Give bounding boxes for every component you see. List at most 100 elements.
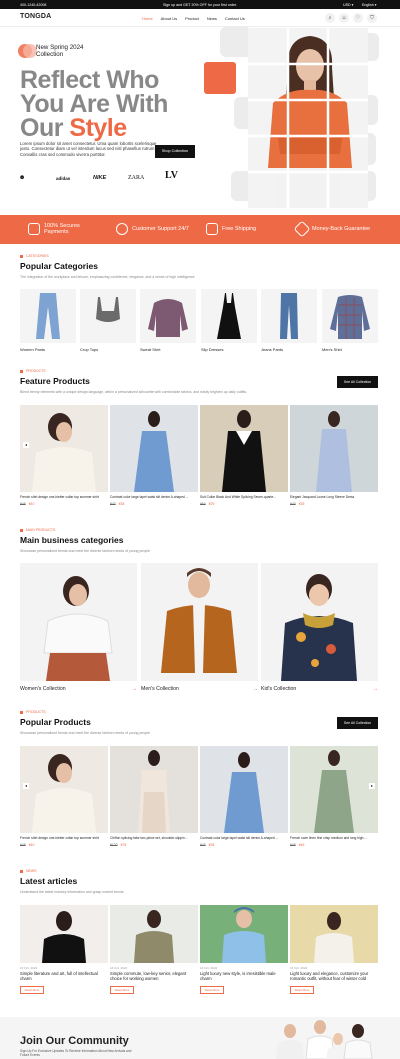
armani-logo[interactable]: ❁ (20, 175, 24, 181)
nav-about[interactable]: About Us (161, 16, 177, 21)
article-image (20, 905, 108, 963)
article-card[interactable]: 14 Oct, 2024 Light luxury new style, is … (200, 905, 288, 994)
prev-arrow-icon[interactable]: ◂ (23, 783, 29, 789)
article-image (200, 905, 288, 963)
product-price: ¥45 ¥40 (20, 502, 35, 506)
hero-description: Lorem ipsum dolor sit amet consectetur. … (20, 141, 157, 157)
adidas-logo[interactable]: adidas (56, 176, 70, 181)
article-title[interactable]: Simple literature and art, full of intel… (20, 971, 108, 981)
zara-logo[interactable]: ZARA (128, 175, 144, 181)
nav-contact[interactable]: Contact Us (225, 16, 245, 21)
category-card[interactable]: Crop Tops (80, 289, 136, 352)
read-more-button[interactable]: Read More (110, 986, 134, 994)
product-card[interactable]: Contrast color large lapel waist slit de… (200, 746, 288, 847)
product-name: Chiffon splicing fake two-piece set, sho… (110, 836, 188, 840)
category-image (20, 289, 76, 343)
language-select[interactable]: English ▾ (362, 3, 377, 7)
read-more-button[interactable]: Read More (290, 986, 314, 994)
article-date: 14 Oct, 2024 (200, 966, 218, 970)
category-label: Crop Tops (80, 347, 99, 352)
secure-icon (28, 223, 40, 235)
product-price: ¥43 ¥38 (200, 843, 215, 847)
read-more-button[interactable]: Read More (20, 986, 44, 994)
article-title[interactable]: Simple commute, low-key senior, elegant … (110, 971, 198, 981)
community-section: Join Our Community Sign Up For Exclusive… (0, 1017, 400, 1059)
business-card-kids[interactable]: Kid's Collection → (261, 563, 378, 692)
product-card[interactable]: Suit Collar Black And White Splicing Sev… (200, 405, 288, 506)
cart-icon[interactable]: ⛉ (367, 13, 377, 23)
arrow-right-icon[interactable]: → (253, 686, 258, 692)
next-arrow-icon[interactable]: ▸ (369, 783, 375, 789)
business-card-men[interactable]: Men's Collection → (141, 563, 258, 692)
product-name: French shirt design one-kletter collar t… (20, 495, 99, 499)
business-label: Women's Collection (20, 686, 66, 692)
section-description: The integration of the workplace and lei… (20, 275, 195, 279)
product-name: Contrast color large lapel waist slit de… (110, 495, 189, 499)
product-card[interactable]: Chiffon splicing fake two-piece set, sho… (110, 746, 198, 847)
nav-product[interactable]: Product (185, 16, 199, 21)
shop-collection-button[interactable]: Shop Collection (155, 145, 195, 158)
see-all-button[interactable]: See All Collection (337, 717, 378, 729)
business-card-women[interactable]: Women's Collection → (20, 563, 137, 692)
category-card[interactable]: Slip Dresses (201, 289, 257, 352)
section-tag: CATEGORIES (20, 254, 49, 258)
badge-text: New Spring 2024 Collection (36, 44, 84, 58)
section-tag: MAIN PRODUCTS (20, 528, 55, 532)
currency-select[interactable]: USD ▾ (343, 3, 353, 7)
product-card[interactable]: ◂ French shirt design one-kletter collar… (20, 405, 108, 506)
category-card[interactable]: Jeans Pants (261, 289, 317, 352)
product-card[interactable]: ▸ French scen linen fine crisp medium an… (290, 746, 378, 847)
section-description: Showcase personalized trends and meet th… (20, 731, 150, 735)
product-image (110, 746, 198, 833)
nav-home[interactable]: Home (142, 16, 153, 21)
article-date: 15 Oct, 2024 (20, 966, 38, 970)
product-name: French shirt design one-kletter collar t… (20, 836, 99, 840)
service-guarantee: Money-Back Guarantee (293, 220, 370, 238)
section-tag: NEWS (20, 869, 37, 873)
article-title[interactable]: Light luxury new style, is irresistible … (200, 971, 288, 981)
category-image (322, 289, 378, 343)
heart-icon[interactable]: ♡ (353, 13, 363, 23)
category-label: Women Pants (20, 347, 46, 352)
category-card[interactable]: Sweat Shirt (140, 289, 196, 352)
product-image (200, 405, 288, 492)
arrow-right-icon[interactable]: → (132, 686, 137, 692)
product-price: ¥45 ¥40 (20, 843, 35, 847)
section-title: Latest articles (20, 876, 78, 886)
support-icon (116, 223, 128, 235)
nike-logo[interactable]: NIKE (93, 175, 106, 181)
article-card[interactable]: 16 Oct, 2024 Simple commute, low-key sen… (110, 905, 198, 994)
hero-image-collage (200, 25, 400, 215)
search-icon[interactable]: ⌕ (325, 13, 335, 23)
read-more-button[interactable]: Read More (200, 986, 224, 994)
lv-logo[interactable]: LV (165, 170, 178, 181)
arrow-right-icon[interactable]: → (373, 686, 378, 692)
category-card[interactable]: Men's Shirt (322, 289, 378, 352)
product-image (290, 405, 378, 492)
article-card[interactable]: 15 Oct, 2024 Simple literature and art, … (20, 905, 108, 994)
article-image (110, 905, 198, 963)
logo[interactable]: TONGDA (20, 13, 51, 20)
product-card[interactable]: Elegant Jacquard Loose Long Sleeve Dress… (290, 405, 378, 506)
prev-arrow-icon[interactable]: ◂ (23, 442, 29, 448)
product-image: ◂ (20, 746, 108, 833)
business-label: Kid's Collection (261, 686, 297, 692)
product-name: Suit Collar Black And White Splicing Sev… (200, 495, 277, 499)
top-bar: 400-1240-42008 Sign up and GET 20% OFF f… (0, 0, 400, 9)
badge-dot (23, 44, 37, 58)
user-icon[interactable]: ☺ (339, 13, 349, 23)
service-secure: 100% Secures Payments (28, 223, 90, 235)
article-card[interactable]: 15 Oct, 2024 Light luxury and elegance, … (290, 905, 378, 994)
see-all-button[interactable]: See All Collection (337, 376, 378, 388)
nav-news[interactable]: News (207, 16, 217, 21)
product-card[interactable]: ◂ French shirt design one-kletter collar… (20, 746, 108, 847)
category-card[interactable]: Women Pants (20, 289, 76, 352)
community-description: Sign Up For Exclusive Updates To Receive… (20, 1049, 132, 1057)
section-description: Understand the latest industry informati… (20, 890, 124, 894)
section-tag: PRODUCTS (20, 710, 46, 714)
product-card[interactable]: Contrast color large lapel waist slit de… (110, 405, 198, 506)
nav-icons: ⌕ ☺ ♡ ⛉ (325, 13, 377, 23)
section-description: Showcase personalized trends and meet th… (20, 549, 150, 553)
article-title[interactable]: Light luxury and elegance, customize you… (290, 971, 378, 981)
nav-links: Home About Us Product News Contact Us (142, 16, 245, 21)
